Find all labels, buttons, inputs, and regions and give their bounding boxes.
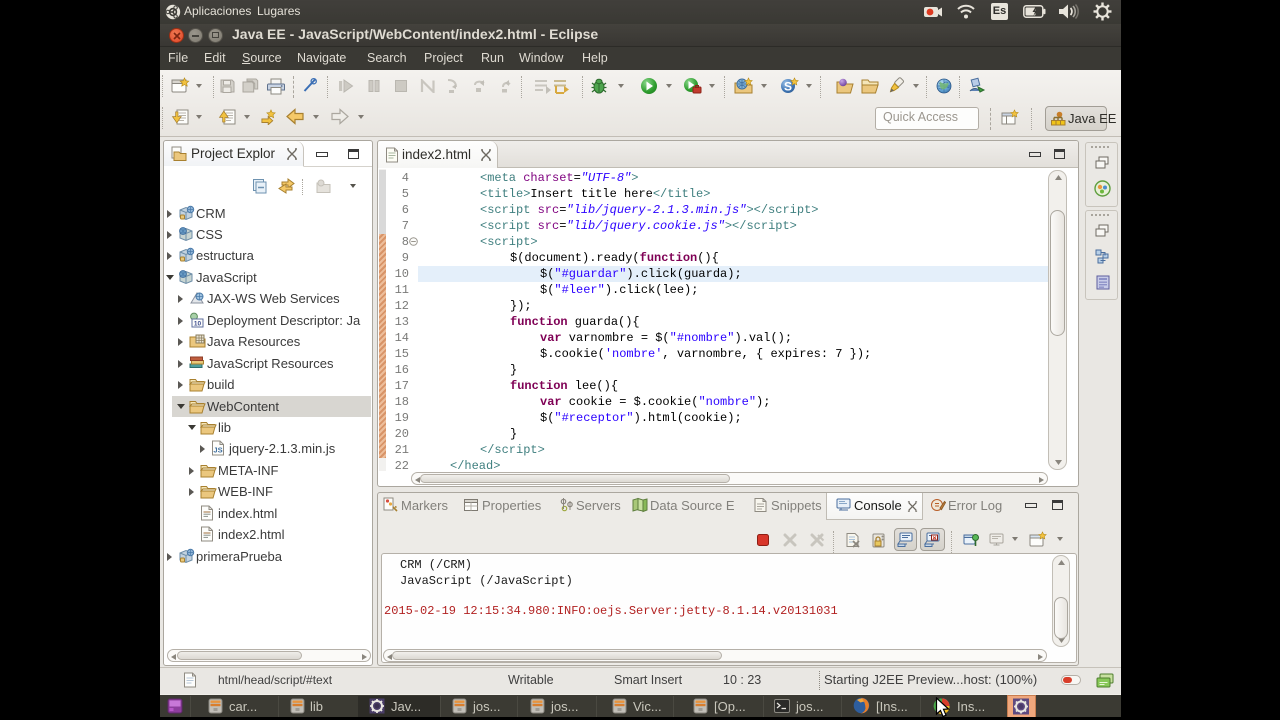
svg-text:10: 10 <box>194 320 202 327</box>
svg-text:S: S <box>784 80 792 94</box>
svg-text:JS: JS <box>213 446 222 455</box>
